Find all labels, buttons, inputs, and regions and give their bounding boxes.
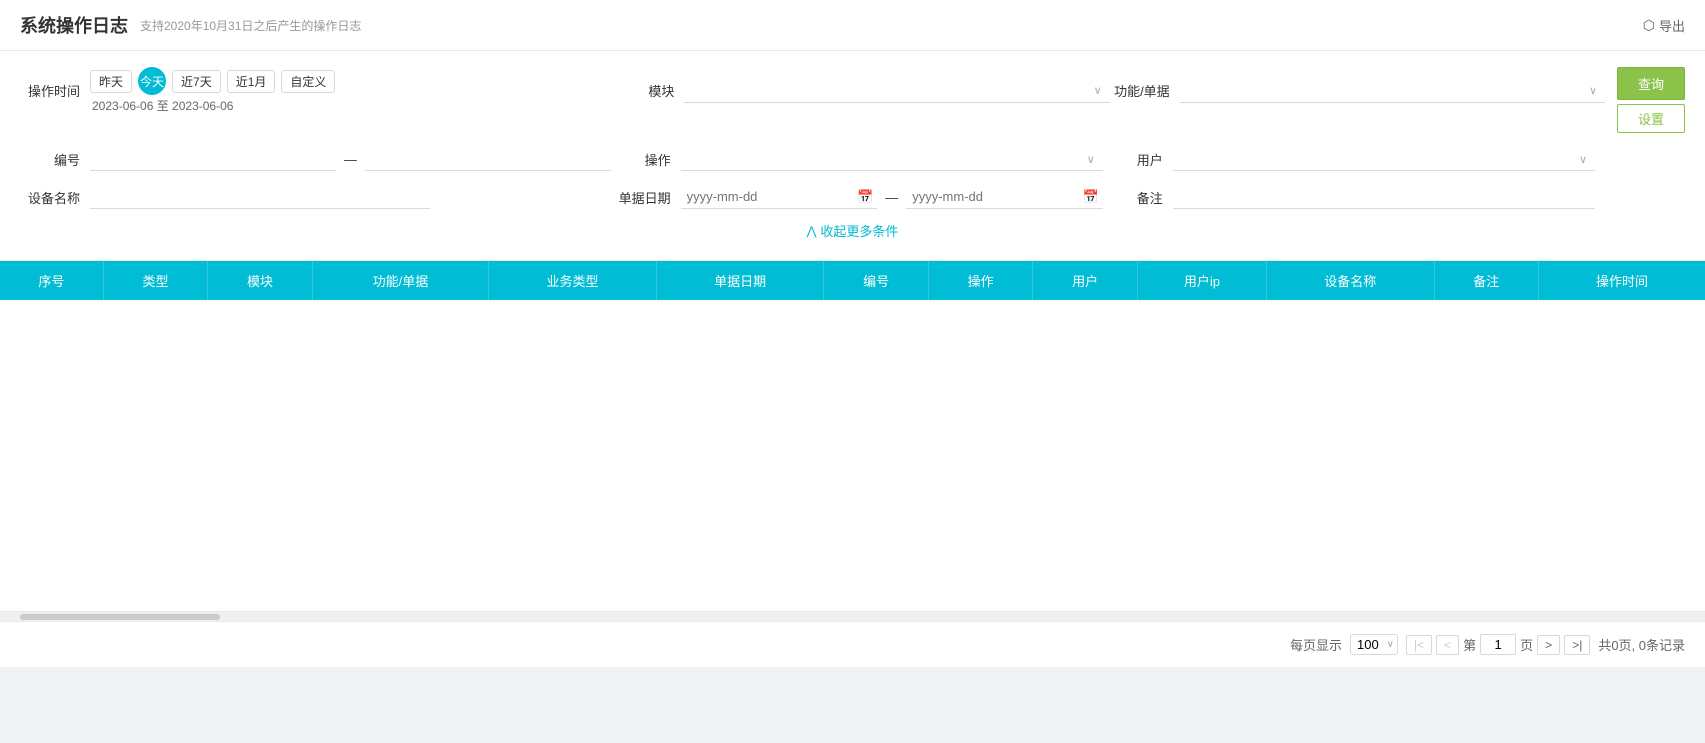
date-to-input[interactable] [906,185,1103,209]
date-label: 单据日期 [611,188,681,207]
collapse-row: ⋀ 收起更多条件 [20,217,1685,244]
col-module: 模块 [208,261,312,300]
collapse-label: 收起更多条件 [820,221,898,240]
function-select[interactable] [1180,79,1605,103]
time-btn-yesterday[interactable]: 昨天 [90,70,132,93]
filter-row-1: 操作时间 昨天 今天 近7天 近1月 自定义 2023-06-06 至 2023… [20,67,1685,133]
page-input[interactable] [1480,634,1516,655]
settings-button[interactable]: 设置 [1617,104,1685,133]
date-dash: — [877,190,906,205]
number-label: 编号 [20,150,90,169]
page-suffix: 页 [1520,635,1533,654]
table-header-row: 序号 类型 模块 功能/单据 业务类型 单据日期 编号 操作 用户 用户ip 设… [0,261,1705,300]
title-area: 系统操作日志 支持2020年10月31日之后产生的操作日志 [20,12,361,38]
user-filter-col: 用户 [1103,147,1595,171]
time-btn-1month[interactable]: 近1月 [227,70,276,93]
col-operation: 操作 [928,261,1032,300]
number-filter-col: 编号 — [20,147,611,171]
device-filter-col: 设备名称 [20,185,611,209]
page-title: 系统操作日志 [20,12,128,38]
time-range-text: 2023-06-06 至 2023-06-06 [92,97,335,114]
export-button[interactable]: ⬡ 导出 [1643,16,1685,35]
number-dash: — [336,152,365,167]
operation-select-wrapper [681,147,1103,171]
col-user: 用户 [1033,261,1137,300]
prev-page-btn[interactable]: < [1436,635,1459,655]
time-btn-custom[interactable]: 自定义 [281,70,335,93]
function-filter-col: 功能/单据 [1110,67,1605,114]
per-page-select[interactable]: 100 50 200 [1350,634,1398,655]
time-btn-7days[interactable]: 近7天 [172,70,221,93]
next-page-btn[interactable]: > [1537,635,1560,655]
export-icon: ⬡ [1643,17,1655,34]
module-select[interactable] [684,79,1109,103]
user-select-wrapper [1173,147,1595,171]
number-to-input[interactable] [365,147,611,171]
per-page-select-wrapper: 100 50 200 [1350,634,1398,655]
calendar-from-icon: 📅 [857,189,873,205]
date-from-input[interactable] [681,185,878,209]
col-remark: 备注 [1434,261,1538,300]
time-btn-today[interactable]: 今天 [138,67,166,95]
scrollbar-thumb[interactable] [20,614,220,620]
date-from-wrapper: 📅 [681,185,878,209]
date-filter-col: 单据日期 📅 — 📅 [611,185,1103,209]
total-info: 共0页, 0条记录 [1598,635,1685,654]
collapse-button[interactable]: ⋀ 收起更多条件 [795,217,911,244]
col-ip: 用户ip [1137,261,1266,300]
operation-filter-col: 操作 [611,147,1103,171]
operation-label: 操作 [611,150,681,169]
col-type: 类型 [103,261,207,300]
data-table: 序号 类型 模块 功能/单据 业务类型 单据日期 编号 操作 用户 用户ip 设… [0,261,1705,300]
page-label: 第 [1463,635,1476,654]
pagination-section: 每页显示 100 50 200 |< < 第 页 > >| 共0页, 0条记录 [0,621,1705,667]
remark-filter-col: 备注 [1103,185,1595,209]
filter-cols-1: 操作时间 昨天 今天 近7天 近1月 自定义 2023-06-06 至 2023… [20,67,1605,114]
last-page-btn[interactable]: >| [1564,635,1590,655]
remark-input[interactable] [1173,185,1595,209]
pagination-nav: |< < 第 页 > >| [1406,634,1590,655]
time-label: 操作时间 [20,81,90,100]
horizontal-scrollbar[interactable] [0,611,1705,621]
filter-row-2: 编号 — 操作 用户 [20,147,1685,171]
user-label: 用户 [1103,150,1173,169]
module-filter-col: 模块 [614,67,1109,114]
main-content: 序号 类型 模块 功能/单据 业务类型 单据日期 编号 操作 用户 用户ip 设… [0,261,1705,611]
col-function: 功能/单据 [312,261,488,300]
operation-select[interactable] [681,147,1103,171]
action-buttons: 查询 设置 [1617,67,1685,133]
col-number: 编号 [824,261,928,300]
col-seq: 序号 [0,261,103,300]
time-buttons: 昨天 今天 近7天 近1月 自定义 [90,67,335,95]
time-filter-col: 操作时间 昨天 今天 近7天 近1月 自定义 2023-06-06 至 2023… [20,67,614,114]
module-label: 模块 [614,81,684,100]
collapse-up-icon: ⋀ [807,224,817,238]
device-input[interactable] [90,185,430,209]
number-from-input[interactable] [90,147,336,171]
date-to-wrapper: 📅 [906,185,1103,209]
col-date: 单据日期 [656,261,824,300]
device-label: 设备名称 [20,188,90,207]
time-filter-content: 昨天 今天 近7天 近1月 自定义 2023-06-06 至 2023-06-0… [90,67,335,114]
col-optime: 操作时间 [1539,261,1705,300]
function-label: 功能/单据 [1110,81,1180,100]
remark-label: 备注 [1103,188,1173,207]
user-select[interactable] [1173,147,1595,171]
query-button[interactable]: 查询 [1617,67,1685,100]
page-subtitle: 支持2020年10月31日之后产生的操作日志 [140,17,361,34]
function-select-wrapper [1180,79,1605,103]
filter-row-3: 设备名称 单据日期 📅 — 📅 备注 [20,185,1685,209]
export-label: 导出 [1659,16,1685,35]
col-biztype: 业务类型 [489,261,657,300]
filter-section: 操作时间 昨天 今天 近7天 近1月 自定义 2023-06-06 至 2023… [0,51,1705,261]
col-device: 设备名称 [1266,261,1434,300]
first-page-btn[interactable]: |< [1406,635,1432,655]
per-page-label: 每页显示 [1290,635,1342,654]
page-header: 系统操作日志 支持2020年10月31日之后产生的操作日志 ⬡ 导出 [0,0,1705,51]
calendar-to-icon: 📅 [1083,189,1099,205]
table-header: 序号 类型 模块 功能/单据 业务类型 单据日期 编号 操作 用户 用户ip 设… [0,261,1705,300]
module-select-wrapper [684,79,1109,103]
